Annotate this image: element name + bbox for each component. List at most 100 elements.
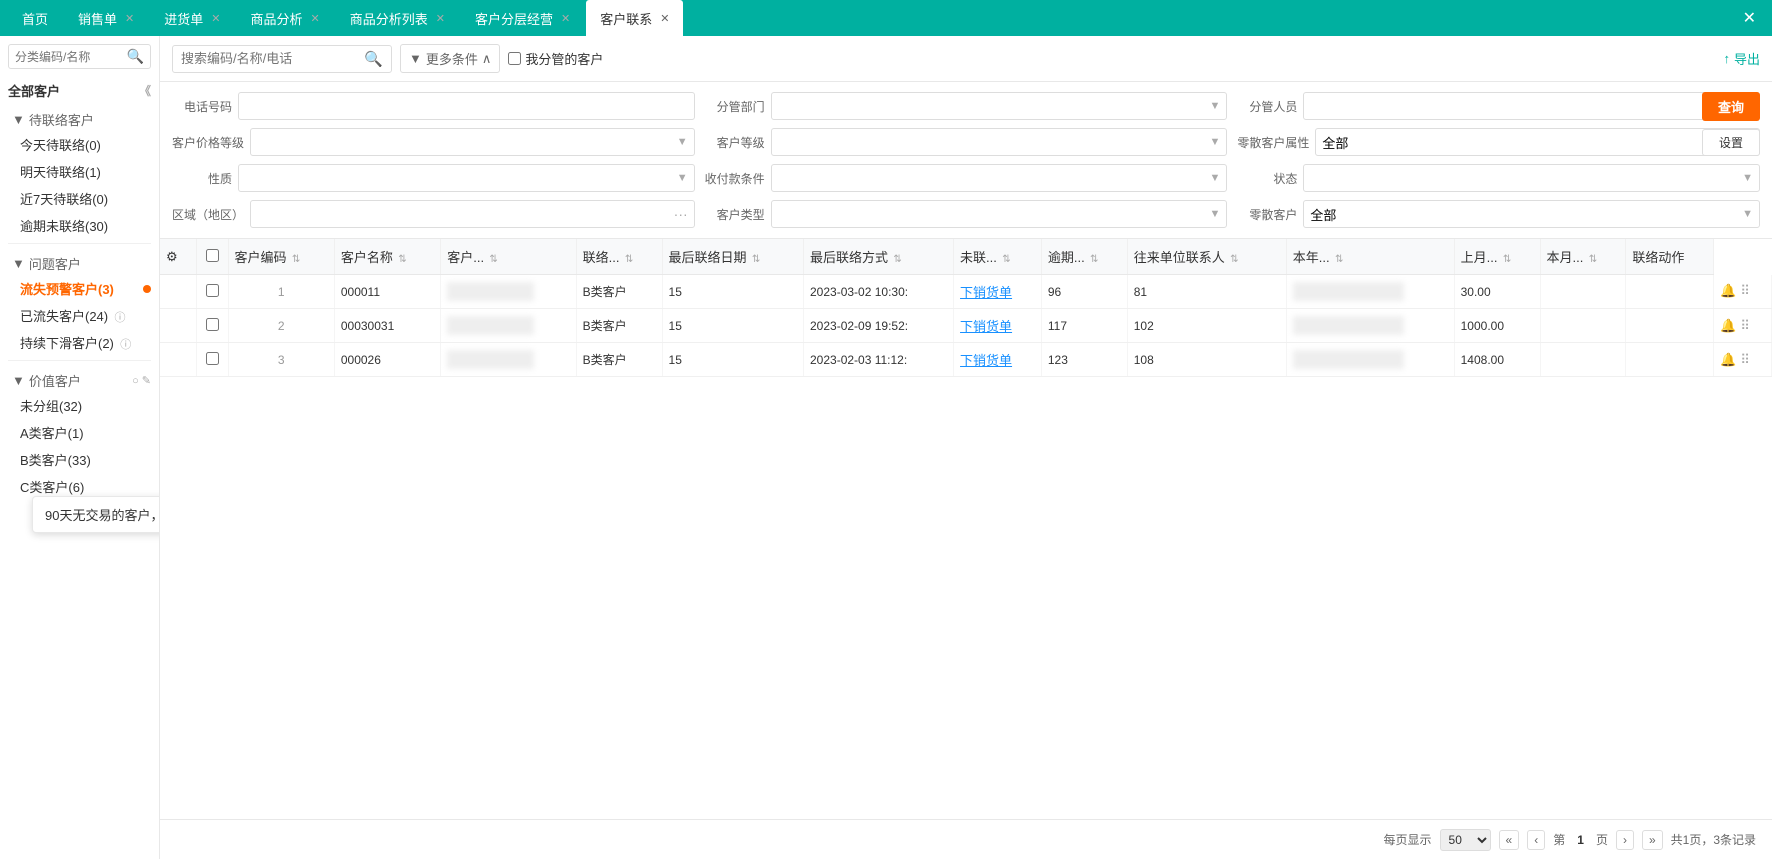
sidebar-item-overdue-contact[interactable]: 逾期未联络(30) xyxy=(0,212,159,239)
filter-retail-select[interactable]: 全部 ▼ xyxy=(1303,200,1760,228)
nav-customer-contact[interactable]: 客户联系 ✕ xyxy=(586,0,683,36)
current-page: 1 xyxy=(1573,831,1588,849)
filter-dept-select[interactable]: ▼ xyxy=(771,92,1228,120)
nav-sales[interactable]: 销售单 ✕ xyxy=(64,0,148,36)
query-button[interactable]: 查询 xyxy=(1702,92,1760,121)
th-contact-count[interactable]: 联络... ⇅ xyxy=(576,239,662,275)
section-value-customers[interactable]: ▼ 价值客户 ○ ✎ xyxy=(0,365,159,392)
more-icon-1[interactable]: ⠿ xyxy=(1740,318,1750,334)
nav-product-analysis[interactable]: 商品分析 ✕ xyxy=(236,0,333,36)
th-type[interactable]: 客户... ⇅ xyxy=(441,239,576,275)
sidebar-item-tomorrow-contact[interactable]: 明天待联络(1) xyxy=(0,158,159,185)
close-product-analysis-tab[interactable]: ✕ xyxy=(311,12,320,25)
more-icon-0[interactable]: ⠿ xyxy=(1740,283,1750,299)
cell-gear-0 xyxy=(160,275,196,309)
contact-icon-1[interactable]: 🔔 xyxy=(1720,318,1736,334)
dots-region[interactable]: ··· xyxy=(674,206,688,222)
th-checkbox[interactable] xyxy=(196,239,228,275)
filter-customer-type-select[interactable]: ▼ xyxy=(771,200,1228,228)
th-unlisted[interactable]: 未联... ⇅ xyxy=(954,239,1042,275)
section-label-problem: 问题客户 xyxy=(29,254,81,273)
th-this-month[interactable]: 本月... ⇅ xyxy=(1540,239,1626,275)
th-actions: 联络动作 xyxy=(1626,239,1714,275)
nav-home[interactable]: 首页 xyxy=(8,0,62,36)
section-pending-contact[interactable]: ▼ 待联络客户 xyxy=(0,104,159,131)
nav-purchase[interactable]: 进货单 ✕ xyxy=(150,0,234,36)
cell-method-0[interactable]: 下销货单 xyxy=(954,275,1042,309)
window-close-button[interactable]: ✕ xyxy=(1735,8,1764,28)
sidebar-item-churned[interactable]: 已流失客户(24) ⓘ xyxy=(0,302,159,329)
cell-check-0[interactable] xyxy=(196,275,228,309)
cell-num-2: 3 xyxy=(228,343,334,377)
sidebar-all-customers[interactable]: 全部客户 《 xyxy=(0,77,159,104)
sidebar-item-ungrouped[interactable]: 未分组(32) xyxy=(0,392,159,419)
filter-status: 状态 ▼ xyxy=(1237,164,1760,192)
table-row: 2 00030031 ██████ B类客户 15 2023-02-09 19:… xyxy=(160,309,1772,343)
th-name[interactable]: 客户名称 ⇅ xyxy=(334,239,440,275)
cell-check-1[interactable] xyxy=(196,309,228,343)
close-sales-tab[interactable]: ✕ xyxy=(125,12,134,25)
filter-customer-level-select[interactable]: ▼ xyxy=(771,128,1228,156)
toolbar-search-icon[interactable]: 🔍 xyxy=(364,50,383,68)
sidebar-item-week-contact[interactable]: 近7天待联络(0) xyxy=(0,185,159,212)
section-problem-customers[interactable]: ▼ 问题客户 xyxy=(0,248,159,275)
section-arrow-problem: ▼ xyxy=(12,256,25,271)
filter-manager-label: 分管人员 xyxy=(1237,98,1297,115)
toolbar-search-input[interactable] xyxy=(181,51,358,66)
more-conditions-button[interactable]: ▼ 更多条件 ∧ xyxy=(400,44,500,73)
cell-method-2[interactable]: 下销货单 xyxy=(954,343,1042,377)
close-product-list-tab[interactable]: ✕ xyxy=(436,12,445,25)
next-page-button[interactable]: › xyxy=(1616,830,1634,850)
filter-phone-input[interactable] xyxy=(238,92,695,120)
cell-check-2[interactable] xyxy=(196,343,228,377)
more-icon-2[interactable]: ⠿ xyxy=(1740,352,1750,368)
filter-nature-select[interactable]: ▼ xyxy=(238,164,695,192)
my-customers-checkbox[interactable] xyxy=(508,52,521,65)
contact-icon-0[interactable]: 🔔 xyxy=(1720,283,1736,299)
th-last-contact-date[interactable]: 最后联络日期 ⇅ xyxy=(662,239,803,275)
close-customer-tier-tab[interactable]: ✕ xyxy=(561,12,570,25)
section-label-pending: 待联络客户 xyxy=(29,110,94,129)
sidebar-item-class-a[interactable]: A类客户(1) xyxy=(0,419,159,446)
filter-status-select[interactable]: ▼ xyxy=(1303,164,1760,192)
export-button[interactable]: ↑ 导出 xyxy=(1723,49,1760,68)
first-page-button[interactable]: « xyxy=(1499,830,1520,850)
main-layout: 🔍 全部客户 《 ▼ 待联络客户 今天待联络(0) 明天待联络(1) 近7天待联… xyxy=(0,36,1772,859)
sidebar-item-churn-warning[interactable]: 流失预警客户(3) xyxy=(0,275,159,302)
sidebar-item-declining[interactable]: 持续下滑客户(2) ⓘ xyxy=(0,329,159,356)
th-overdue[interactable]: 逾期... ⇅ xyxy=(1041,239,1127,275)
close-customer-contact-tab[interactable]: ✕ xyxy=(660,12,669,25)
last-page-button[interactable]: » xyxy=(1642,830,1663,850)
close-purchase-tab[interactable]: ✕ xyxy=(211,12,220,25)
nav-customer-tier[interactable]: 客户分层经营 ✕ xyxy=(461,0,584,36)
page-label: 第 xyxy=(1553,831,1565,848)
per-page-select[interactable]: 50 100 200 xyxy=(1440,829,1491,851)
cell-method-1[interactable]: 下销货单 xyxy=(954,309,1042,343)
th-this-year[interactable]: 本年... ⇅ xyxy=(1286,239,1454,275)
pagination: 每页显示 50 100 200 « ‹ 第 1 页 › » 共1页，3条记录 xyxy=(160,819,1772,859)
sidebar-search-input[interactable] xyxy=(15,50,127,64)
cell-type-2: B类客户 xyxy=(576,343,662,377)
sidebar-item-class-b[interactable]: B类客户(33) xyxy=(0,446,159,473)
select-all-checkbox[interactable] xyxy=(206,249,219,262)
filter-price-level-select[interactable]: ▼ xyxy=(250,128,695,156)
filter-manager-select[interactable]: ··· xyxy=(1303,92,1760,120)
filter-payment-select[interactable]: ▼ xyxy=(771,164,1228,192)
top-navigation: 首页 销售单 ✕ 进货单 ✕ 商品分析 ✕ 商品分析列表 ✕ 客户分层经营 ✕ … xyxy=(0,0,1772,36)
th-code[interactable]: 客户编码 ⇅ xyxy=(228,239,334,275)
sidebar-item-today-contact[interactable]: 今天待联络(0) xyxy=(0,131,159,158)
cell-lmonth-2 xyxy=(1540,343,1626,377)
prev-page-button[interactable]: ‹ xyxy=(1527,830,1545,850)
th-contact-person[interactable]: 往来单位联系人 ⇅ xyxy=(1127,239,1286,275)
chevron-down-dept: ▼ xyxy=(1209,100,1220,112)
th-last-month[interactable]: 上月... ⇅ xyxy=(1454,239,1540,275)
th-gear[interactable]: ⚙ xyxy=(160,239,196,275)
nav-product-list[interactable]: 商品分析列表 ✕ xyxy=(336,0,459,36)
filter-scatter-attr-select[interactable]: 全部 ▼ xyxy=(1315,128,1760,156)
contact-icon-2[interactable]: 🔔 xyxy=(1720,352,1736,368)
filter-region-select[interactable]: ··· xyxy=(250,200,695,228)
settings-button[interactable]: 设置 xyxy=(1702,129,1760,156)
th-last-contact-method[interactable]: 最后联络方式 ⇅ xyxy=(804,239,954,275)
filter-customer-level-label: 客户等级 xyxy=(705,134,765,151)
my-customers-checkbox-label[interactable]: 我分管的客户 xyxy=(508,49,603,68)
